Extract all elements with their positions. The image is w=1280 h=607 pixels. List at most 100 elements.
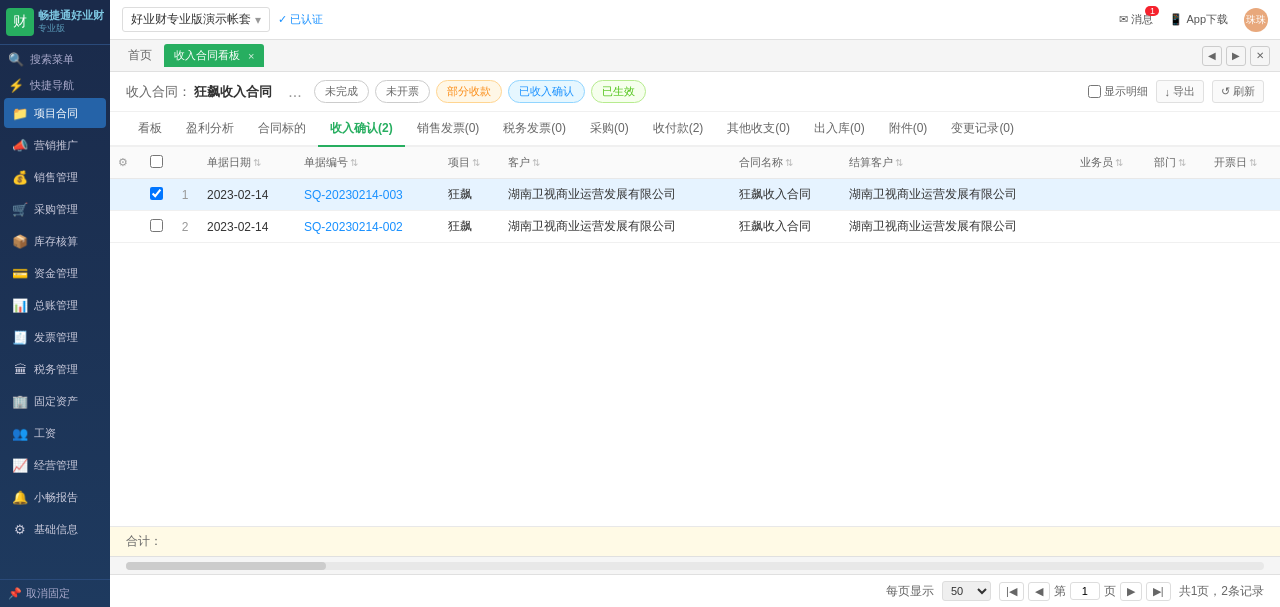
subtab-other-income[interactable]: 其他收支(0)	[715, 112, 802, 147]
tab-next-button[interactable]: ▶	[1226, 46, 1246, 66]
show-detail-checkbox-label[interactable]: 显示明细	[1088, 84, 1148, 99]
subtab-change-log[interactable]: 变更记录(0)	[939, 112, 1026, 147]
message-button[interactable]: ✉ 消息 1	[1119, 12, 1153, 27]
user-avatar[interactable]: 珠珠	[1244, 8, 1268, 32]
export-button[interactable]: ↓ 导出	[1156, 80, 1205, 103]
tab-home[interactable]: 首页	[120, 47, 160, 64]
cell-contract-name-1: 狂飙收入合同	[731, 211, 841, 243]
tab-close-icon[interactable]: ×	[248, 50, 254, 62]
table-row[interactable]: 1 2023-02-14 SQ-20230214-003 狂飙 湖南卫视商业运营…	[110, 179, 1280, 211]
user-avatar-text: 珠珠	[1246, 13, 1266, 27]
status-uninvoiced-button[interactable]: 未开票	[375, 80, 430, 103]
sidebar-item-marketing[interactable]: 📣 营销推广	[4, 130, 106, 160]
subtabs: 看板 盈利分析 合同标的 收入确认(2) 销售发票(0) 税务发票(0) 采购(…	[110, 112, 1280, 147]
subtab-kanban[interactable]: 看板	[126, 112, 174, 147]
sidebar-item-funds[interactable]: 💳 资金管理	[4, 258, 106, 288]
sidebar-invoice-label: 发票管理	[34, 330, 78, 345]
cell-settle-customer-0: 湖南卫视商业运营发展有限公司	[841, 179, 1072, 211]
sidebar-item-sales[interactable]: 💰 销售管理	[4, 162, 106, 192]
subtab-tax-invoice[interactable]: 税务发票(0)	[491, 112, 578, 147]
doc-no-link-1[interactable]: SQ-20230214-002	[304, 220, 403, 234]
sidebar-general-label: 总账管理	[34, 298, 78, 313]
pager-first-button[interactable]: |◀	[999, 582, 1024, 601]
refresh-button[interactable]: ↺ 刷新	[1212, 80, 1264, 103]
select-all-checkbox[interactable]	[150, 155, 163, 168]
scroll-thumb[interactable]	[126, 562, 326, 570]
project-sort-icon[interactable]: ⇅	[472, 157, 480, 168]
settings-icon[interactable]: ⚙	[118, 156, 128, 168]
sidebar-item-search[interactable]: 🔍 搜索菜单	[0, 45, 110, 73]
row-checkbox-0[interactable]	[150, 187, 163, 200]
sidebar-item-basic[interactable]: ⚙ 基础信息	[4, 514, 106, 544]
sidebar-unpin-button[interactable]: 📌 取消固定	[0, 579, 110, 607]
settlecustomer-sort-icon[interactable]: ⇅	[895, 157, 903, 168]
status-confirmed-button[interactable]: 已收入确认	[508, 80, 585, 103]
sidebar-bottom-label: 取消固定	[26, 586, 70, 601]
contract-more-button[interactable]: ...	[288, 83, 301, 101]
sidebar-item-purchase[interactable]: 🛒 采购管理	[4, 194, 106, 224]
staff-sort-icon[interactable]: ⇅	[1115, 157, 1123, 168]
pager-last-button[interactable]: ▶|	[1146, 582, 1171, 601]
table-row[interactable]: 2 2023-02-14 SQ-20230214-002 狂飙 湖南卫视商业运营…	[110, 211, 1280, 243]
scrollbar-area[interactable]	[110, 556, 1280, 574]
invoice-icon: 🧾	[12, 329, 28, 345]
subtab-attachments[interactable]: 附件(0)	[877, 112, 940, 147]
logo-icon: 财	[6, 8, 34, 36]
certified-check-icon: ✓	[278, 13, 287, 26]
status-active-button[interactable]: 已生效	[591, 80, 646, 103]
app-download-button[interactable]: 📱 App下载	[1169, 12, 1228, 27]
pager-next-button[interactable]: ▶	[1120, 582, 1142, 601]
doc-no-link-0[interactable]: SQ-20230214-003	[304, 188, 403, 202]
pager-prev-button[interactable]: ◀	[1028, 582, 1050, 601]
subtab-sales-invoice[interactable]: 销售发票(0)	[405, 112, 492, 147]
customer-sort-icon[interactable]: ⇅	[532, 157, 540, 168]
status-incomplete-button[interactable]: 未完成	[314, 80, 369, 103]
sidebar-projectcontract-label: 项目合同	[34, 106, 78, 121]
company-selector[interactable]: 好业财专业版演示帐套 ▾	[122, 7, 270, 32]
sidebar-item-ops[interactable]: 📈 经营管理	[4, 450, 106, 480]
subtab-profit[interactable]: 盈利分析	[174, 112, 246, 147]
sidebar-item-tax[interactable]: 🏛 税务管理	[4, 354, 106, 384]
subtab-payment[interactable]: 收付款(2)	[641, 112, 716, 147]
opendate-sort-icon[interactable]: ⇅	[1249, 157, 1257, 168]
row-checkbox-1[interactable]	[150, 219, 163, 232]
page-unit-label: 页	[1104, 583, 1116, 600]
logo-title: 畅捷通好业财	[38, 9, 104, 22]
cell-department-1	[1146, 211, 1206, 243]
cell-checkbox-0	[142, 179, 171, 211]
page-input[interactable]	[1070, 582, 1100, 600]
sidebar-item-report[interactable]: 🔔 小畅报告	[4, 482, 106, 512]
inventory-icon: 📦	[12, 233, 28, 249]
th-docno-label: 单据编号	[304, 156, 348, 168]
subtab-income-confirm[interactable]: 收入确认(2)	[318, 112, 405, 147]
scroll-track[interactable]	[126, 562, 1264, 570]
app-label: App下载	[1186, 12, 1228, 27]
tab-prev-button[interactable]: ◀	[1202, 46, 1222, 66]
sidebar-item-invoice[interactable]: 🧾 发票管理	[4, 322, 106, 352]
tab-close-all-button[interactable]: ✕	[1250, 46, 1270, 66]
sidebar-item-hr[interactable]: 👥 工资	[4, 418, 106, 448]
status-partial-button[interactable]: 部分收款	[436, 80, 502, 103]
cell-contract-name-0: 狂飙收入合同	[731, 179, 841, 211]
subtab-purchase[interactable]: 采购(0)	[578, 112, 641, 147]
subtab-warehouse[interactable]: 出入库(0)	[802, 112, 877, 147]
contractname-sort-icon[interactable]: ⇅	[785, 157, 793, 168]
date-sort-icon[interactable]: ⇅	[253, 157, 261, 168]
certified-badge: ✓ 已认证	[278, 12, 323, 27]
summary-label: 合计：	[126, 533, 162, 550]
per-page-select[interactable]: 50 20 100 200	[942, 581, 991, 601]
total-info: 共1页，2条记录	[1179, 583, 1264, 600]
show-detail-checkbox[interactable]	[1088, 85, 1101, 98]
docno-sort-icon[interactable]: ⇅	[350, 157, 358, 168]
dept-sort-icon[interactable]: ⇅	[1178, 157, 1186, 168]
topbar: 好业财专业版演示帐套 ▾ ✓ 已认证 ✉ 消息 1 📱 App下载 珠珠	[110, 0, 1280, 40]
tab-income-kanban[interactable]: 收入合同看板 ×	[164, 44, 264, 67]
sidebar-item-general[interactable]: 📊 总账管理	[4, 290, 106, 320]
sidebar-item-assets[interactable]: 🏢 固定资产	[4, 386, 106, 416]
cell-project-1: 狂飙	[440, 211, 500, 243]
sidebar-item-inventory[interactable]: 📦 库存核算	[4, 226, 106, 256]
sidebar-item-projectcontract[interactable]: 📁 项目合同	[4, 98, 106, 128]
purchase-icon: 🛒	[12, 201, 28, 217]
sidebar-item-quicknav[interactable]: ⚡ 快捷导航	[0, 73, 110, 97]
subtab-contract-standard[interactable]: 合同标的	[246, 112, 318, 147]
